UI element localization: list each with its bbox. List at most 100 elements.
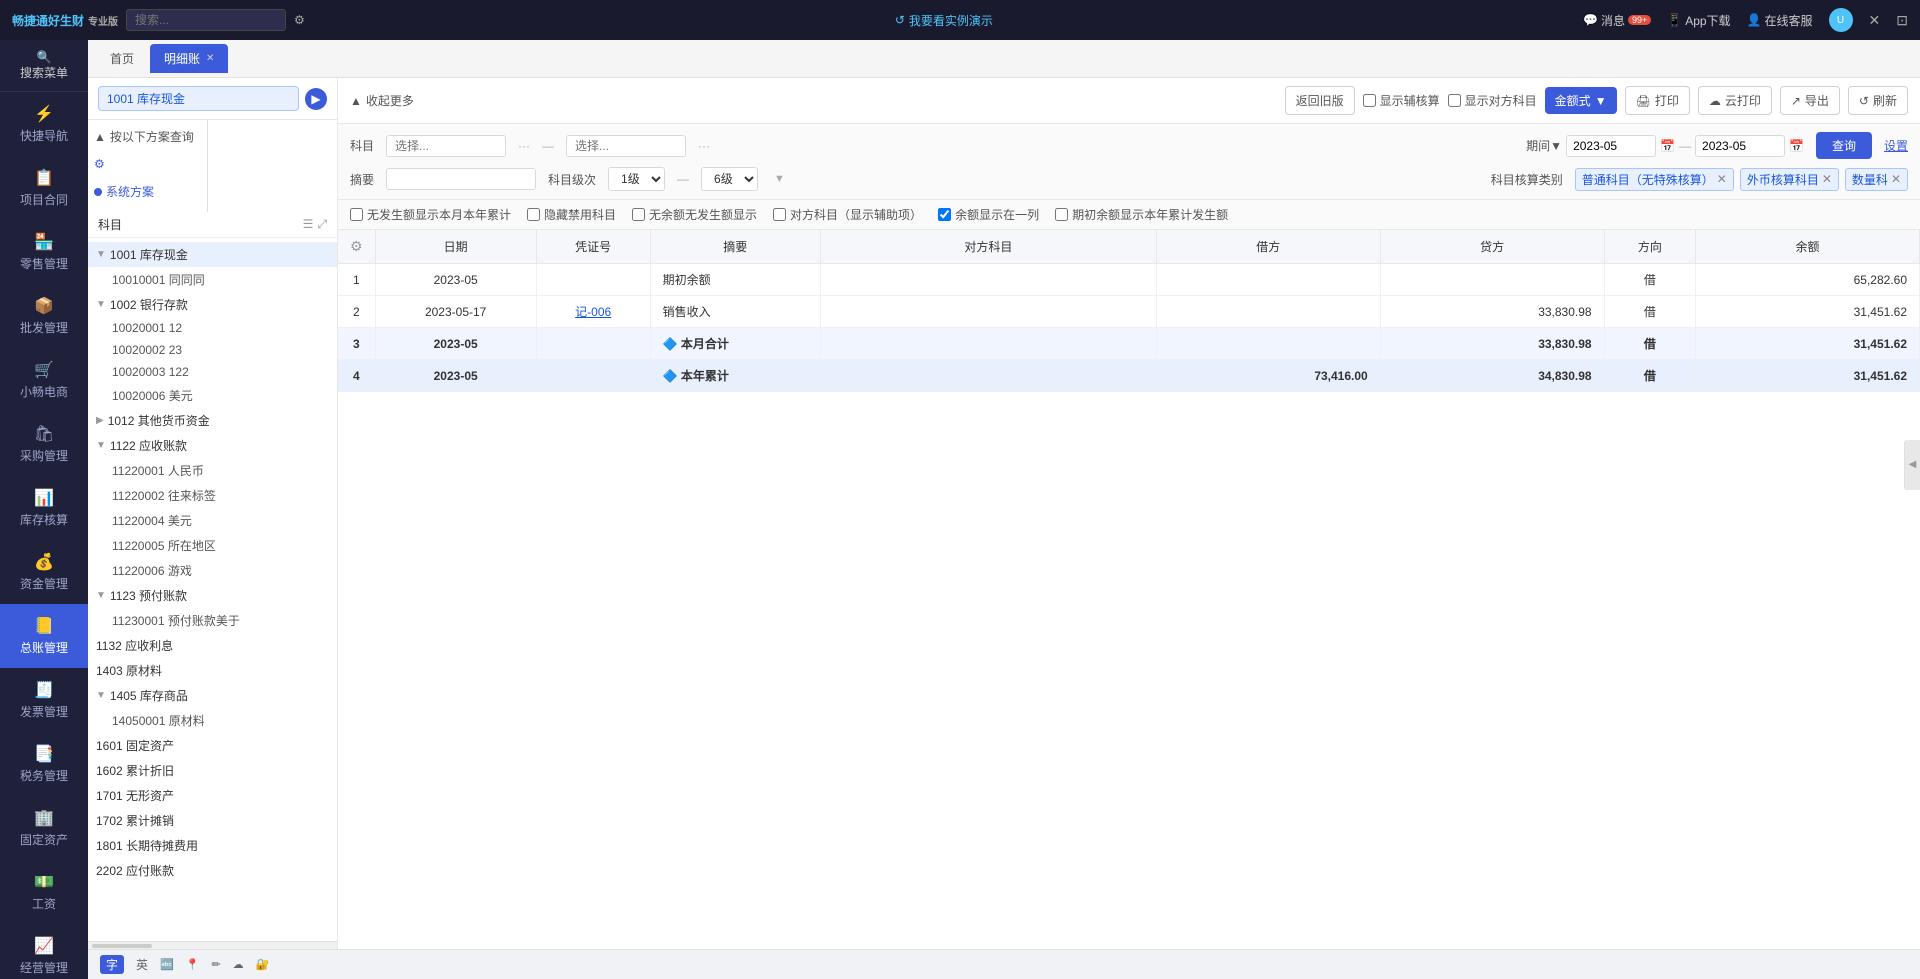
tree-node-1012[interactable]: ▶ 1012 其他货币资金 xyxy=(88,408,337,433)
period-end-input[interactable] xyxy=(1695,135,1785,157)
tree-node-1801[interactable]: 1801 长期待摊费用 xyxy=(88,833,337,858)
tree-node-1701[interactable]: 1701 无形资产 xyxy=(88,783,337,808)
option-contra-aux[interactable]: 对方科目（显示辅助项） xyxy=(773,206,922,223)
settings-btn[interactable]: ⚙ xyxy=(294,13,305,27)
filter-plan-header[interactable]: ▲ 按以下方案查询 xyxy=(94,128,201,145)
filter-tag-foreign[interactable]: 外币核算科目 ✕ xyxy=(1740,168,1839,191)
sidebar-item-management[interactable]: 📈 经营管理 xyxy=(0,924,88,979)
tree-scroll-bar[interactable] xyxy=(88,941,337,949)
tree-node-11220002[interactable]: 11220002 往来标签 xyxy=(88,483,337,508)
tab-detail[interactable]: 明细账 ✕ xyxy=(150,44,228,73)
tree-node-10020001[interactable]: 10020001 12 xyxy=(88,317,337,339)
demo-link[interactable]: ↺ 我要看实例演示 xyxy=(895,12,993,29)
account-level-from[interactable]: 1级 2级 3级 xyxy=(608,167,665,191)
tree-node-1001[interactable]: ▼ 1001 库存现金 xyxy=(88,242,337,267)
row2-voucher[interactable]: 记-006 xyxy=(536,296,650,328)
calendar-start-icon[interactable]: 📅 xyxy=(1660,139,1675,153)
tab-close-detail[interactable]: ✕ xyxy=(206,53,214,64)
back-old-version-btn[interactable]: 返回旧版 xyxy=(1285,86,1355,115)
tree-node-1132[interactable]: 1132 应收利息 xyxy=(88,633,337,658)
search-menu-item[interactable]: 🔍 搜索菜单 xyxy=(0,40,88,92)
summary-input[interactable] xyxy=(386,168,536,190)
bottom-icon-4[interactable]: ☁ xyxy=(233,958,244,971)
sidebar-item-assets[interactable]: 🏢 固定资产 xyxy=(0,796,88,860)
online-service-btn[interactable]: 👤 在线客服 xyxy=(1747,12,1813,29)
tree-node-10010001[interactable]: 10010001 同同同 xyxy=(88,267,337,292)
sidebar-item-funds[interactable]: 💰 资金管理 xyxy=(0,540,88,604)
sidebar-item-inventory[interactable]: 📊 库存核算 xyxy=(0,476,88,540)
option-no-occurrence[interactable]: 无余额无发生额显示 xyxy=(632,206,757,223)
option-no-balance[interactable]: 无发生额显示本月本年累计 xyxy=(350,206,511,223)
window-close[interactable]: ✕ xyxy=(1869,12,1881,29)
tree-node-10020002[interactable]: 10020002 23 xyxy=(88,339,337,361)
print-btn[interactable]: 🖨 打印 xyxy=(1625,86,1690,115)
tree-node-10020006[interactable]: 10020006 美元 xyxy=(88,383,337,408)
bottom-icon-1[interactable]: 🔤 xyxy=(160,958,174,971)
message-btn[interactable]: 💬 消息 99+ xyxy=(1583,12,1651,29)
tree-node-11220005[interactable]: 11220005 所在地区 xyxy=(88,533,337,558)
option-balance-one-col[interactable]: 余额显示在一列 xyxy=(938,206,1039,223)
tree-node-1122[interactable]: ▼ 1122 应收账款 xyxy=(88,433,337,458)
sidebar-item-invoice[interactable]: 🧾 发票管理 xyxy=(0,668,88,732)
tab-home[interactable]: 首页 xyxy=(96,44,148,73)
bottom-lang-btn[interactable]: 字 xyxy=(100,955,124,974)
tree-node-11230001[interactable]: 11230001 预付账款美于 xyxy=(88,608,337,633)
window-maximize[interactable]: ⊡ xyxy=(1896,12,1908,29)
cloud-print-btn[interactable]: ☁ 云打印 xyxy=(1698,86,1772,115)
tree-node-1702[interactable]: 1702 累计摊销 xyxy=(88,808,337,833)
account-nav-btn[interactable]: ▶ xyxy=(305,88,327,110)
selected-account[interactable]: 1001 库存现金 xyxy=(98,86,299,111)
tree-node-1405[interactable]: ▼ 1405 库存商品 xyxy=(88,683,337,708)
bottom-icon-3[interactable]: ✏ xyxy=(211,958,220,971)
tree-node-11220001[interactable]: 11220001 人民币 xyxy=(88,458,337,483)
filter-system-plan[interactable]: 系统方案 xyxy=(94,179,201,204)
sidebar-item-payroll[interactable]: 💵 工资 xyxy=(0,860,88,924)
tree-node-1602[interactable]: 1602 累计折旧 xyxy=(88,758,337,783)
tree-node-11220006[interactable]: 11220006 游戏 xyxy=(88,558,337,583)
bottom-icon-5[interactable]: 🔐 xyxy=(256,958,270,971)
sidebar-item-quick-nav[interactable]: ⚡ 快捷导航 xyxy=(0,92,88,156)
account-filter-input[interactable] xyxy=(386,135,506,157)
sidebar-item-tax[interactable]: 📑 税务管理 xyxy=(0,732,88,796)
tree-icon-expand[interactable]: ⤢ xyxy=(317,217,327,232)
query-btn[interactable]: 查询 xyxy=(1816,132,1872,159)
filter-settings-link[interactable]: 设置 xyxy=(1884,137,1908,154)
show-aux-checkbox[interactable]: 显示辅核算 xyxy=(1363,92,1440,109)
sidebar-item-wholesale[interactable]: 📦 批发管理 xyxy=(0,284,88,348)
tree-node-11220004[interactable]: 11220004 美元 xyxy=(88,508,337,533)
col-settings[interactable]: ⚙ xyxy=(338,230,375,264)
amount-format-btn[interactable]: 金额式 ▼ xyxy=(1545,87,1617,114)
top-search-input[interactable] xyxy=(126,9,286,31)
tree-node-10020003[interactable]: 10020003 122 xyxy=(88,361,337,383)
tree-node-1002[interactable]: ▼ 1002 银行存款 xyxy=(88,292,337,317)
table-settings-icon[interactable]: ⚙ xyxy=(350,238,363,254)
bottom-en-btn[interactable]: 英 xyxy=(136,956,148,973)
tree-node-1601[interactable]: 1601 固定资产 xyxy=(88,733,337,758)
expand-more-btn[interactable]: ▲ 收起更多 xyxy=(350,92,414,109)
app-download-btn[interactable]: 📱 App下载 xyxy=(1667,12,1730,29)
sidebar-item-purchase[interactable]: 🛍 采购管理 xyxy=(0,412,88,476)
user-avatar[interactable]: U xyxy=(1829,8,1853,32)
sidebar-item-ecommerce[interactable]: 🛒 小畅电商 xyxy=(0,348,88,412)
tree-node-2202[interactable]: 2202 应付账款 xyxy=(88,858,337,883)
account-filter-input2[interactable] xyxy=(566,135,686,157)
option-opening-ytd[interactable]: 期初余额显示本年累计发生额 xyxy=(1055,206,1228,223)
calendar-end-icon[interactable]: 📅 xyxy=(1789,139,1804,153)
filter-tag-quantity[interactable]: 数量科 ✕ xyxy=(1845,168,1908,191)
tree-node-1403[interactable]: 1403 原材料 xyxy=(88,658,337,683)
right-collapse-btn[interactable]: ◀ xyxy=(1904,440,1920,490)
period-start-input[interactable] xyxy=(1566,135,1656,157)
show-contra-checkbox[interactable]: 显示对方科目 xyxy=(1448,92,1537,109)
bottom-icon-2[interactable]: 📍 xyxy=(186,958,200,971)
filter-tag-normal[interactable]: 普通科目（无特殊核算） ✕ xyxy=(1575,168,1734,191)
tree-node-1123[interactable]: ▼ 1123 预付账款 xyxy=(88,583,337,608)
sidebar-item-retail[interactable]: 🏪 零售管理 xyxy=(0,220,88,284)
refresh-btn[interactable]: ↺ 刷新 xyxy=(1848,86,1908,115)
tree-icon-list[interactable]: ☰ xyxy=(303,217,314,232)
option-hide-disabled[interactable]: 隐藏禁用科目 xyxy=(527,206,616,223)
account-level-to[interactable]: 6级 5级 4级 xyxy=(701,167,758,191)
sidebar-item-project[interactable]: 📋 项目合同 xyxy=(0,156,88,220)
sidebar-item-ledger[interactable]: 📒 总账管理 xyxy=(0,604,88,668)
export-btn[interactable]: ↗ 导出 xyxy=(1780,86,1840,115)
tree-node-14050001[interactable]: 14050001 原材料 xyxy=(88,708,337,733)
